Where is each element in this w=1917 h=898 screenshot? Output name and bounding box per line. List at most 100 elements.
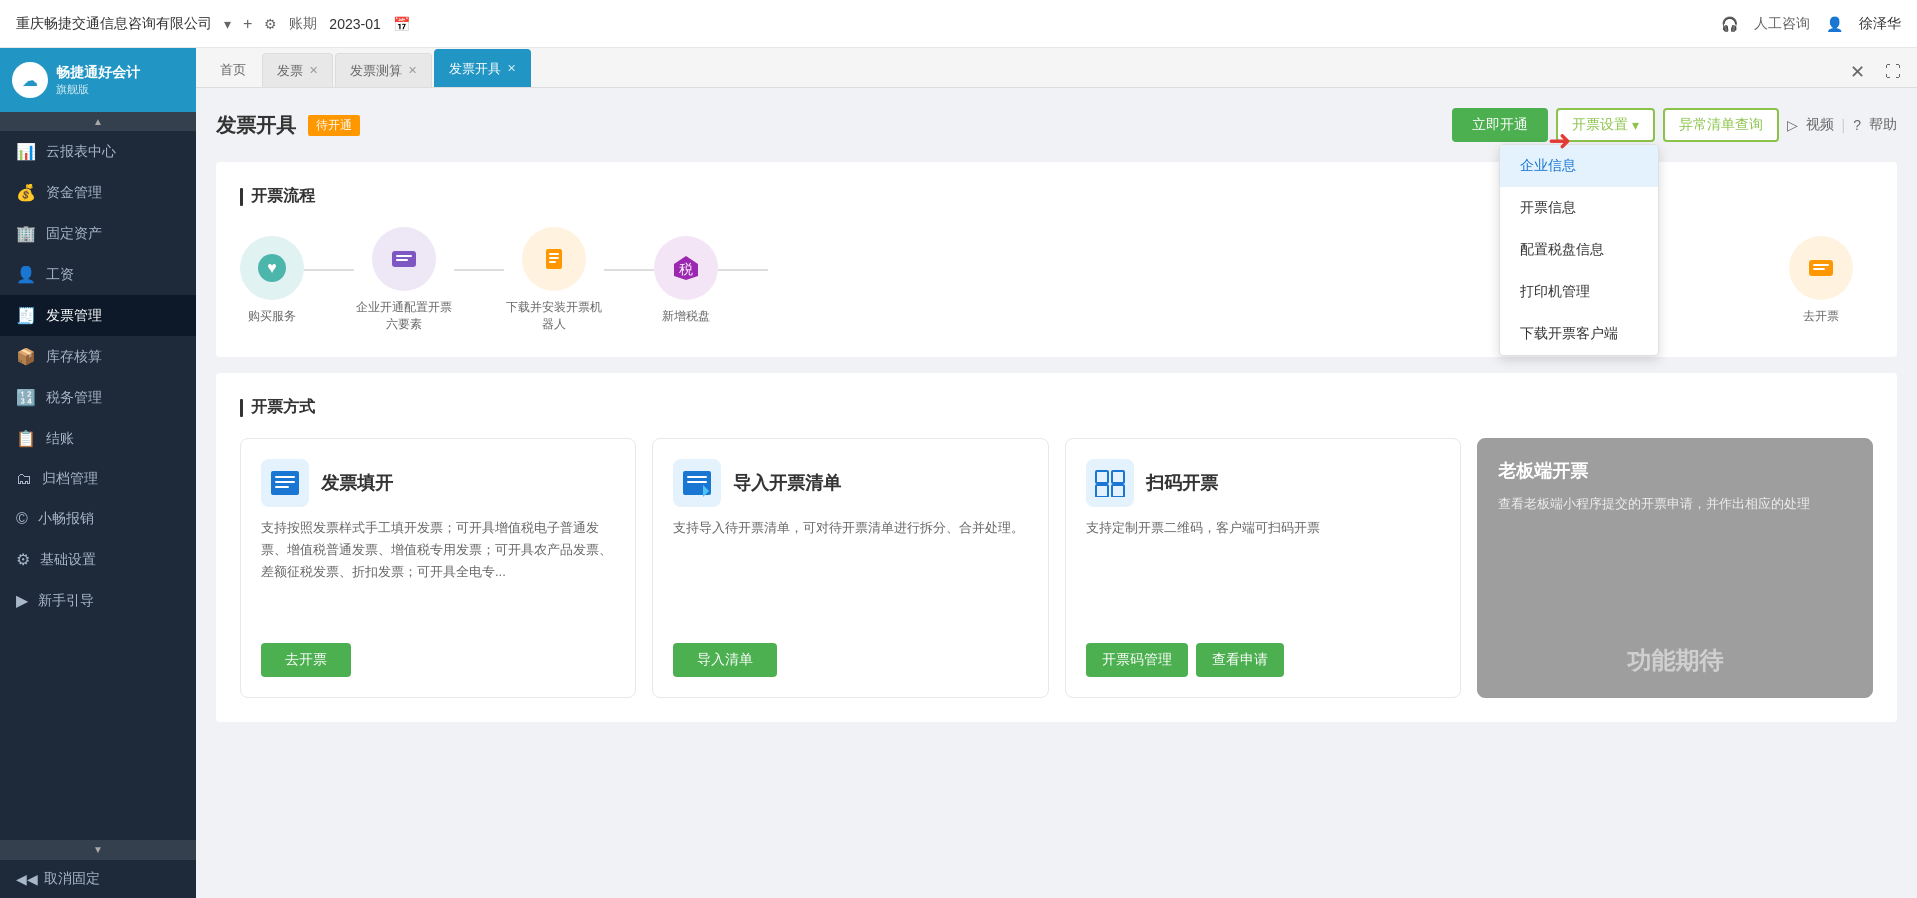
sidebar-item-cloud-report[interactable]: 📊 云报表中心	[0, 131, 196, 172]
close-window-button[interactable]: ✕	[1842, 57, 1873, 87]
sidebar-item-archive[interactable]: 🗂 归档管理	[0, 459, 196, 499]
sidebar-item-asset[interactable]: 🏢 固定资产	[0, 213, 196, 254]
dropdown-item-printer[interactable]: 打印机管理	[1500, 271, 1658, 313]
payroll-icon: 👤	[16, 265, 36, 284]
svg-rect-19	[687, 476, 707, 478]
sidebar-item-label: 固定资产	[46, 225, 102, 243]
sidebar-item-payroll[interactable]: 👤 工资	[0, 254, 196, 295]
help-icon: ?	[1853, 117, 1861, 133]
period-value: 2023-01	[329, 16, 380, 32]
add-icon[interactable]: +	[243, 15, 252, 33]
method-card-scan: 扫码开票 支持定制开票二维码，客户端可扫码开票 开票码管理 查看申请	[1065, 438, 1461, 698]
fund-icon: 💰	[16, 183, 36, 202]
sidebar-item-label: 云报表中心	[46, 143, 116, 161]
boss-overlay-text: 功能期待	[1498, 645, 1852, 677]
import-card-desc: 支持导入待开票清单，可对待开票清单进行拆分、合并处理。	[673, 517, 1027, 633]
fill-card-title: 发票填开	[321, 471, 393, 495]
import-button[interactable]: 导入清单	[673, 643, 777, 677]
boss-card-title: 老板端开票	[1498, 459, 1852, 483]
sidebar-item-label: 税务管理	[46, 389, 102, 407]
video-icon: ▷	[1787, 117, 1798, 133]
step2-label: 企业开通配置开票六要素	[354, 299, 454, 333]
svg-text:♥: ♥	[267, 259, 277, 276]
sidebar-item-label: 结账	[46, 430, 74, 448]
user-name: 徐泽华	[1859, 15, 1901, 33]
consult-icon: 🎧	[1721, 16, 1738, 32]
sidebar-item-settings[interactable]: ⚙ 基础设置	[0, 539, 196, 580]
svg-rect-12	[1813, 264, 1829, 266]
tax-icon: 🔢	[16, 388, 36, 407]
svg-rect-3	[396, 255, 412, 257]
calendar-icon[interactable]: 📅	[393, 16, 410, 32]
tab-close-issue[interactable]: ✕	[507, 62, 516, 75]
method-card-fill: 发票填开 支持按照发票样式手工填开发票；可开具增值税电子普通发票、增值税普通发票…	[240, 438, 636, 698]
sidebar-item-invoice[interactable]: 🧾 发票管理	[0, 295, 196, 336]
sidebar-item-report[interactable]: © 小畅报销	[0, 499, 196, 539]
boss-card-desc: 查看老板端小程序提交的开票申请，并作出相应的处理	[1498, 493, 1852, 635]
sidebar-item-checkout[interactable]: 📋 结账	[0, 418, 196, 459]
svg-rect-17	[275, 486, 289, 488]
sidebar-item-label: 资金管理	[46, 184, 102, 202]
svg-rect-8	[549, 261, 556, 263]
svg-rect-22	[1096, 471, 1108, 483]
sidebar-item-label: 新手引导	[38, 592, 94, 610]
sidebar-item-label: 工资	[46, 266, 74, 284]
sidebar-item-label: 归档管理	[42, 470, 98, 488]
scan-card-desc: 支持定制开票二维码，客户端可扫码开票	[1086, 517, 1440, 633]
step1-label: 购买服务	[248, 308, 296, 325]
app-name: 畅捷通好会计	[56, 64, 140, 82]
exception-query-button[interactable]: 异常清单查询	[1663, 108, 1779, 142]
svg-rect-13	[1813, 268, 1825, 270]
dropdown-icon[interactable]: ▾	[224, 16, 231, 32]
sidebar-scroll-down[interactable]: ▼	[0, 840, 196, 859]
svg-rect-23	[1112, 471, 1124, 483]
svg-rect-15	[275, 476, 295, 478]
sidebar-item-inventory[interactable]: 📦 库存核算	[0, 336, 196, 377]
page-title: 发票开具	[216, 112, 296, 139]
scan-view-button[interactable]: 查看申请	[1196, 643, 1284, 677]
fill-go-button[interactable]: 去开票	[261, 643, 351, 677]
sidebar-item-tax[interactable]: 🔢 税务管理	[0, 377, 196, 418]
scan-manage-button[interactable]: 开票码管理	[1086, 643, 1188, 677]
scan-card-title: 扫码开票	[1146, 471, 1218, 495]
consult-label[interactable]: 人工咨询	[1754, 15, 1810, 33]
settings-dropdown-icon: ▾	[1632, 117, 1639, 133]
sidebar-item-label: 库存核算	[46, 348, 102, 366]
activate-button[interactable]: 立即开通	[1452, 108, 1548, 142]
invoice-icon: 🧾	[16, 306, 36, 325]
help-button[interactable]: 帮助	[1869, 116, 1897, 134]
sidebar-cancel-pin[interactable]: ◀◀ 取消固定	[0, 859, 196, 898]
dropdown-item-company[interactable]: 企业信息	[1500, 145, 1658, 187]
sidebar-scroll-up[interactable]: ▲	[0, 112, 196, 131]
checkout-icon: 📋	[16, 429, 36, 448]
svg-rect-7	[549, 257, 559, 259]
method-card-boss: 老板端开票 查看老板端小程序提交的开票申请，并作出相应的处理 功能期待	[1477, 438, 1873, 698]
method-card-import: 导入开票清单 支持导入待开票清单，可对待开票清单进行拆分、合并处理。 导入清单	[652, 438, 1048, 698]
sidebar-item-fund[interactable]: 💰 资金管理	[0, 172, 196, 213]
settings-icon[interactable]: ⚙	[264, 16, 277, 32]
dropdown-item-tax-config[interactable]: 配置税盘信息	[1500, 229, 1658, 271]
sidebar-item-label: 小畅报销	[38, 510, 94, 528]
dropdown-item-invoice-info[interactable]: 开票信息	[1500, 187, 1658, 229]
svg-text:税: 税	[679, 261, 693, 277]
settings-icon2: ⚙	[16, 550, 30, 569]
tab-close-invoice[interactable]: ✕	[309, 64, 318, 77]
svg-rect-24	[1096, 485, 1108, 497]
sidebar-item-label: 基础设置	[40, 551, 96, 569]
tab-close-calc[interactable]: ✕	[408, 64, 417, 77]
app-edition: 旗舰版	[56, 82, 140, 97]
maximize-window-button[interactable]: ⛶	[1877, 59, 1909, 85]
tab-invoice[interactable]: 发票 ✕	[262, 53, 333, 87]
dropdown-item-download[interactable]: 下载开票客户端	[1500, 313, 1658, 355]
sidebar-item-guide[interactable]: ▶ 新手引导	[0, 580, 196, 621]
period-label: 账期	[289, 15, 317, 33]
step3-label: 下载并安装开票机器人	[504, 299, 604, 333]
inventory-icon: 📦	[16, 347, 36, 366]
tab-home[interactable]: 首页	[204, 53, 262, 87]
asset-icon: 🏢	[16, 224, 36, 243]
company-name: 重庆畅捷交通信息咨询有限公司	[16, 15, 212, 33]
cloud-report-icon: 📊	[16, 142, 36, 161]
tab-invoice-issue[interactable]: 发票开具 ✕	[434, 49, 531, 87]
video-button[interactable]: 视频	[1806, 116, 1834, 134]
tab-invoice-calc[interactable]: 发票测算 ✕	[335, 53, 432, 87]
